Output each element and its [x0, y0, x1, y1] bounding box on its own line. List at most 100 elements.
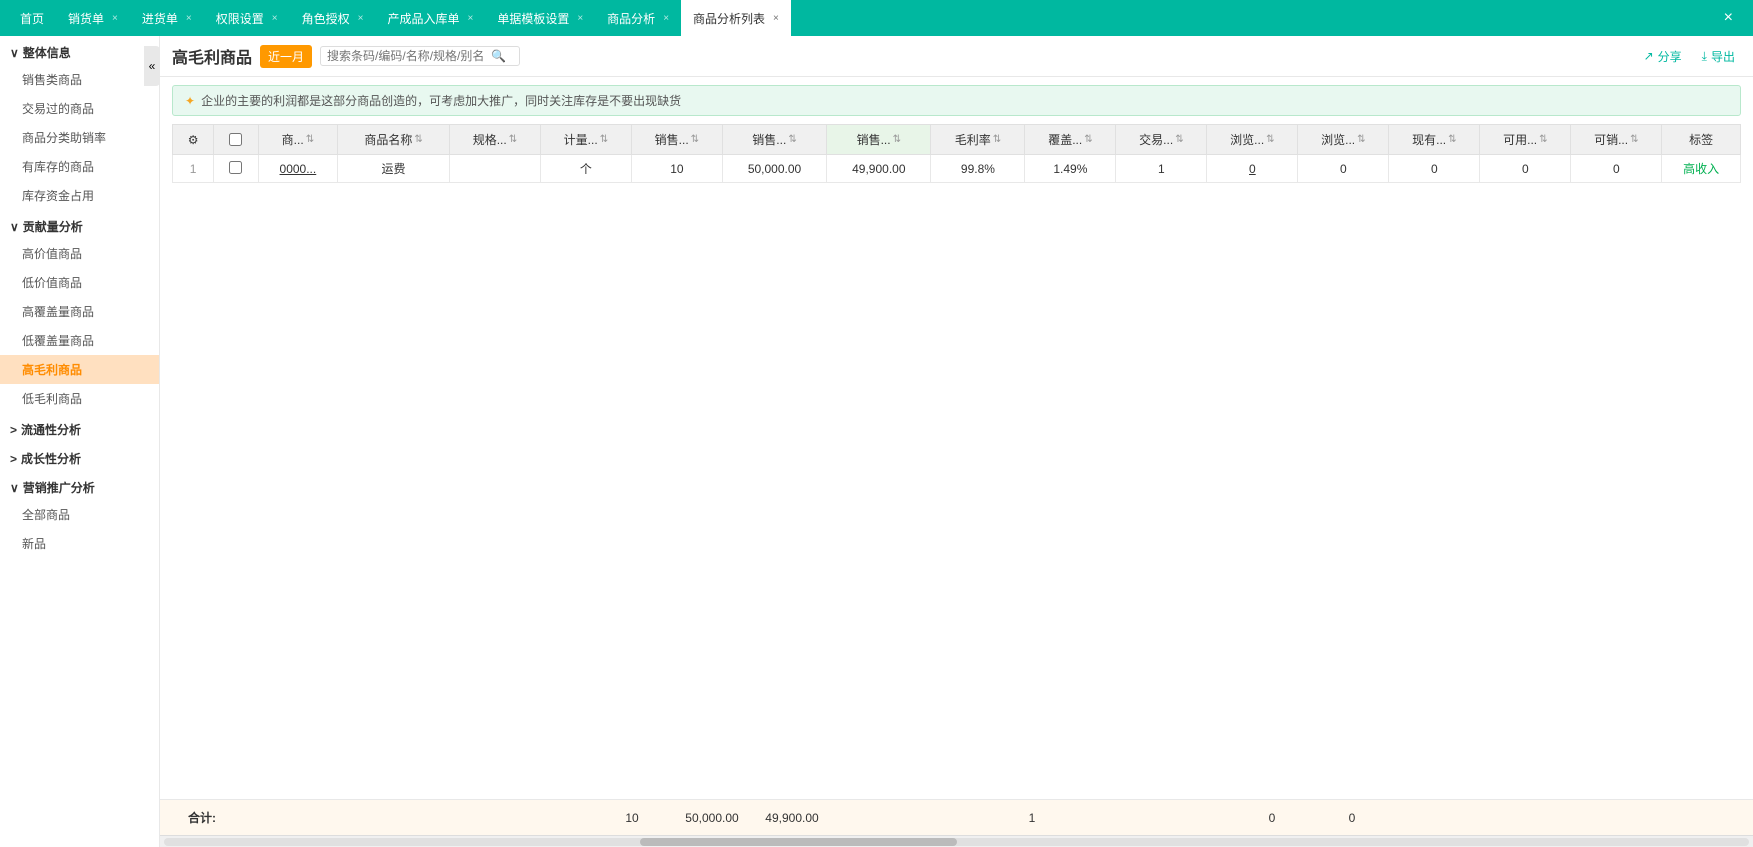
footer-current-stock: 0 — [1232, 811, 1312, 825]
search-input[interactable] — [327, 49, 487, 63]
scroll-thumb[interactable] — [640, 838, 957, 846]
nav-tab-product-analysis[interactable]: 商品分析 × — [595, 0, 681, 36]
sort-icon: ⇅ — [893, 134, 901, 145]
nav-tab-permissions[interactable]: 权限设置 × — [204, 0, 290, 36]
footer-available-stock: 0 — [1312, 811, 1392, 825]
nav-tab-sales[interactable]: 销货单 × — [56, 0, 130, 36]
col-sales-qty[interactable]: 销售... ⇅ — [631, 125, 722, 155]
col-browse1[interactable]: 浏览... ⇅ — [1207, 125, 1298, 155]
col-available-stock[interactable]: 可用... ⇅ — [1480, 125, 1571, 155]
chevron-down-icon: ∨ — [10, 46, 19, 60]
cell-current-stock: 0 — [1389, 155, 1480, 183]
chevron-left-icon: « — [149, 59, 156, 73]
col-checkbox-header[interactable] — [214, 125, 258, 155]
footer-label: 合计: — [172, 809, 232, 826]
footer-spacer4 — [832, 811, 912, 825]
share-button[interactable]: ↗ 分享 — [1638, 45, 1688, 68]
col-coverage[interactable]: 覆盖... ⇅ — [1025, 125, 1116, 155]
cell-available-stock: 0 — [1480, 155, 1571, 183]
col-name[interactable]: 商品名称 ⇅ — [338, 125, 450, 155]
sidebar-group-liquidity[interactable]: > 流通性分析 — [0, 413, 159, 442]
cell-num: 1 — [173, 155, 214, 183]
sidebar-group-growth[interactable]: > 成长性分析 — [0, 442, 159, 471]
sidebar-item-high-value[interactable]: 高价值商品 — [0, 239, 159, 268]
search-icon[interactable]: 🔍 — [491, 49, 506, 63]
close-icon[interactable]: × — [663, 13, 669, 24]
close-icon[interactable]: × — [467, 13, 473, 24]
sort-icon: ⇅ — [788, 134, 796, 145]
col-trade-count[interactable]: 交易... ⇅ — [1116, 125, 1207, 155]
close-icon[interactable]: × — [773, 13, 779, 24]
top-nav: 首页 销货单 × 进货单 × 权限设置 × 角色授权 × 产成品入库单 × 单据… — [0, 0, 1753, 36]
col-tag[interactable]: 标签 — [1662, 125, 1741, 155]
sidebar-group-overall[interactable]: ∨ 整体信息 — [0, 36, 159, 65]
col-browse2[interactable]: 浏览... ⇅ — [1298, 125, 1389, 155]
close-icon[interactable]: × — [112, 13, 118, 24]
sidebar-item-in-stock-goods[interactable]: 有库存的商品 — [0, 152, 159, 181]
export-button[interactable]: ⤓ 导出 — [1696, 45, 1741, 68]
sidebar-item-high-coverage[interactable]: 高覆盖量商品 — [0, 297, 159, 326]
sidebar-item-all-goods[interactable]: 全部商品 — [0, 500, 159, 529]
cell-name: 运费 — [338, 155, 450, 183]
sidebar-item-category-rate[interactable]: 商品分类助销率 — [0, 123, 159, 152]
horizontal-scrollbar[interactable] — [160, 835, 1753, 847]
col-settings[interactable]: ⚙ — [173, 125, 214, 155]
sidebar-item-low-margin[interactable]: 低毛利商品 — [0, 384, 159, 413]
nav-tab-home[interactable]: 首页 — [8, 0, 56, 36]
sidebar-item-new-goods[interactable]: 新品 — [0, 529, 159, 558]
cell-tag: 高收入 — [1662, 155, 1741, 183]
sidebar-group-marketing[interactable]: ∨ 营销推广分析 — [0, 471, 159, 500]
chevron-down-icon: ∨ — [10, 220, 19, 234]
footer-sales-profit: 49,900.00 — [752, 811, 832, 825]
sidebar-item-sales-goods[interactable]: 销售类商品 — [0, 65, 159, 94]
scroll-track[interactable] — [164, 838, 1749, 846]
nav-tab-product-analysis-list[interactable]: 商品分析列表 × — [681, 0, 791, 36]
cell-saleable-stock: 0 — [1571, 155, 1662, 183]
page-title: 高毛利商品 — [172, 44, 252, 68]
nav-tab-roles[interactable]: 角色授权 × — [290, 0, 376, 36]
sidebar-group-contribution[interactable]: ∨ 贡献量分析 — [0, 210, 159, 239]
cell-checkbox[interactable] — [214, 155, 258, 183]
col-gross-margin[interactable]: 毛利率 ⇅ — [931, 125, 1025, 155]
sort-icon: ⇅ — [306, 134, 314, 145]
table-row: 1 0000... 运费 个 10 50,000.00 49,900.00 99… — [173, 155, 1741, 183]
close-icon[interactable]: × — [272, 13, 278, 24]
col-code[interactable]: 商... ⇅ — [258, 125, 338, 155]
window-close-button[interactable]: × — [1712, 9, 1745, 27]
cell-spec — [449, 155, 540, 183]
filter-recent-month-button[interactable]: 近一月 — [260, 45, 312, 68]
select-all-checkbox[interactable] — [229, 133, 242, 146]
sidebar-item-traded-goods[interactable]: 交易过的商品 — [0, 94, 159, 123]
close-icon[interactable]: × — [358, 13, 364, 24]
chevron-right-icon: > — [10, 452, 17, 466]
sort-icon: ⇅ — [414, 134, 422, 145]
footer-cells: 10 50,000.00 49,900.00 1 0 0 — [232, 811, 1741, 825]
nav-tab-template[interactable]: 单据模板设置 × — [485, 0, 595, 36]
nav-tab-product-in[interactable]: 产成品入库单 × — [375, 0, 485, 36]
info-icon: ✦ — [185, 94, 195, 108]
col-sales-profit[interactable]: 销售... ⇅ — [827, 125, 931, 155]
footer-bar: 合计: 10 50,000.00 49,900.00 1 0 0 — [160, 799, 1753, 835]
col-spec[interactable]: 规格... ⇅ — [449, 125, 540, 155]
col-saleable-stock[interactable]: 可销... ⇅ — [1571, 125, 1662, 155]
col-unit[interactable]: 计量... ⇅ — [540, 125, 631, 155]
sidebar-item-stock-capital[interactable]: 库存资金占用 — [0, 181, 159, 210]
close-icon[interactable]: × — [186, 13, 192, 24]
sort-icon: ⇅ — [1266, 134, 1274, 145]
col-sales-amount[interactable]: 销售... ⇅ — [722, 125, 826, 155]
nav-tab-purchase[interactable]: 进货单 × — [130, 0, 204, 36]
row-checkbox[interactable] — [229, 161, 242, 174]
cell-browse2: 0 — [1298, 155, 1389, 183]
sort-icon: ⇅ — [1175, 134, 1183, 145]
close-icon[interactable]: × — [577, 13, 583, 24]
col-current-stock[interactable]: 现有... ⇅ — [1389, 125, 1480, 155]
sidebar-collapse-button[interactable]: « — [144, 46, 160, 86]
sidebar-item-high-margin[interactable]: 高毛利商品 — [0, 355, 159, 384]
sort-icon: ⇅ — [1630, 134, 1638, 145]
cell-browse1[interactable]: 0 — [1207, 155, 1298, 183]
sidebar-item-low-value[interactable]: 低价值商品 — [0, 268, 159, 297]
sidebar-item-low-coverage[interactable]: 低覆盖量商品 — [0, 326, 159, 355]
cell-sales-profit: 49,900.00 — [827, 155, 931, 183]
sort-icon: ⇅ — [600, 134, 608, 145]
cell-code[interactable]: 0000... — [258, 155, 338, 183]
